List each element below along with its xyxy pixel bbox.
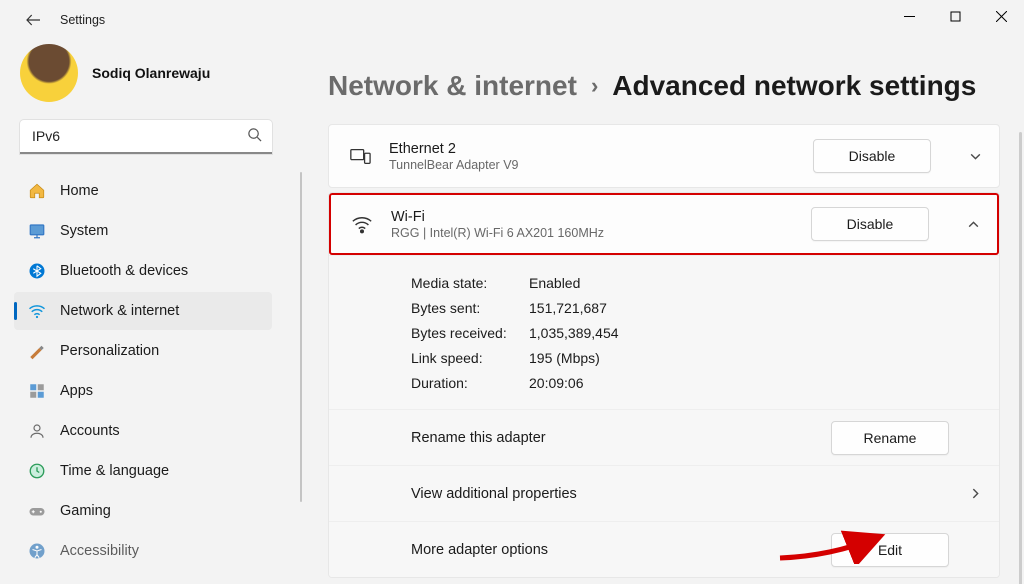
- apps-icon: [28, 382, 46, 400]
- stat-label: Bytes sent:: [411, 300, 529, 316]
- personalization-icon: [28, 342, 46, 360]
- nav-accounts[interactable]: Accounts: [14, 412, 272, 450]
- stat-value: 1,035,389,454: [529, 325, 619, 341]
- chevron-right-icon: ›: [591, 73, 598, 99]
- network-icon: [28, 302, 46, 320]
- disable-button[interactable]: Disable: [811, 207, 929, 241]
- nav: Home System Bluetooth & devices Network …: [14, 172, 300, 570]
- stat-label: Duration:: [411, 375, 529, 391]
- system-icon: [28, 222, 46, 240]
- bluetooth-icon: [28, 262, 46, 280]
- scrollbar[interactable]: [1019, 132, 1022, 584]
- nav-label: Apps: [60, 383, 93, 399]
- profile-name[interactable]: Sodiq Olanrewaju: [92, 65, 210, 81]
- stat-label: Media state:: [411, 275, 529, 291]
- stat-value: 20:09:06: [529, 375, 584, 391]
- page-title: Advanced network settings: [612, 70, 976, 102]
- home-icon: [28, 182, 46, 200]
- adapter-row-ethernet[interactable]: Ethernet 2 TunnelBear Adapter V9 Disable: [329, 125, 999, 187]
- close-button[interactable]: [978, 0, 1024, 32]
- rename-button[interactable]: Rename: [831, 421, 949, 455]
- nav-label: Accounts: [60, 423, 120, 439]
- stat-label: Bytes received:: [411, 325, 529, 341]
- rename-label: Rename this adapter: [411, 430, 831, 446]
- nav-personalization[interactable]: Personalization: [14, 332, 272, 370]
- nav-network[interactable]: Network & internet: [14, 292, 272, 330]
- nav-label: Bluetooth & devices: [60, 263, 188, 279]
- edit-button[interactable]: Edit: [831, 533, 949, 567]
- view-properties-label: View additional properties: [411, 486, 949, 502]
- accounts-icon: [28, 422, 46, 440]
- wifi-icon: [351, 213, 373, 235]
- stat-value: 151,721,687: [529, 300, 607, 316]
- chevron-up-icon[interactable]: [965, 218, 981, 231]
- stat-label: Link speed:: [411, 350, 529, 366]
- adapter-sub: TunnelBear Adapter V9: [389, 158, 795, 172]
- accessibility-icon: [28, 542, 46, 560]
- nav-bluetooth[interactable]: Bluetooth & devices: [14, 252, 272, 290]
- minimize-button[interactable]: [886, 0, 932, 32]
- nav-label: Personalization: [60, 343, 159, 359]
- chevron-down-icon[interactable]: [967, 150, 983, 163]
- avatar[interactable]: [20, 44, 78, 102]
- adapter-title: Ethernet 2: [389, 141, 795, 157]
- time-icon: [28, 462, 46, 480]
- more-options-label: More adapter options: [411, 542, 831, 558]
- breadcrumb: Network & internet › Advanced network se…: [328, 70, 1000, 102]
- gaming-icon: [28, 502, 46, 520]
- adapter-sub: RGG | Intel(R) Wi-Fi 6 AX201 160MHz: [391, 226, 793, 240]
- maximize-button[interactable]: [932, 0, 978, 32]
- view-properties-row[interactable]: View additional properties: [329, 465, 999, 521]
- stat-value: Enabled: [529, 275, 580, 291]
- nav-apps[interactable]: Apps: [14, 372, 272, 410]
- nav-label: Gaming: [60, 503, 111, 519]
- search-input[interactable]: [20, 120, 272, 154]
- rename-adapter-row: Rename this adapter Rename ·: [329, 409, 999, 465]
- nav-label: Network & internet: [60, 303, 179, 319]
- nav-time[interactable]: Time & language: [14, 452, 272, 490]
- search-box[interactable]: [20, 120, 272, 154]
- adapter-title: Wi-Fi: [391, 209, 793, 225]
- more-adapter-options-row: More adapter options Edit ·: [329, 521, 999, 577]
- chevron-right-icon: [967, 487, 983, 500]
- nav-system[interactable]: System: [14, 212, 272, 250]
- stat-value: 195 (Mbps): [529, 350, 600, 366]
- disable-button[interactable]: Disable: [813, 139, 931, 173]
- back-button[interactable]: [22, 9, 44, 31]
- nav-label: Time & language: [60, 463, 169, 479]
- nav-label: Accessibility: [60, 543, 139, 559]
- adapter-stats: Media state:Enabled Bytes sent:151,721,6…: [329, 255, 999, 409]
- nav-home[interactable]: Home: [14, 172, 272, 210]
- window-title: Settings: [60, 13, 105, 27]
- nav-label: Home: [60, 183, 99, 199]
- breadcrumb-root[interactable]: Network & internet: [328, 70, 577, 102]
- nav-accessibility[interactable]: Accessibility: [14, 532, 272, 570]
- nav-gaming[interactable]: Gaming: [14, 492, 272, 530]
- ethernet-icon: [349, 145, 371, 167]
- nav-label: System: [60, 223, 108, 239]
- adapter-row-wifi[interactable]: Wi-Fi RGG | Intel(R) Wi-Fi 6 AX201 160MH…: [329, 193, 999, 255]
